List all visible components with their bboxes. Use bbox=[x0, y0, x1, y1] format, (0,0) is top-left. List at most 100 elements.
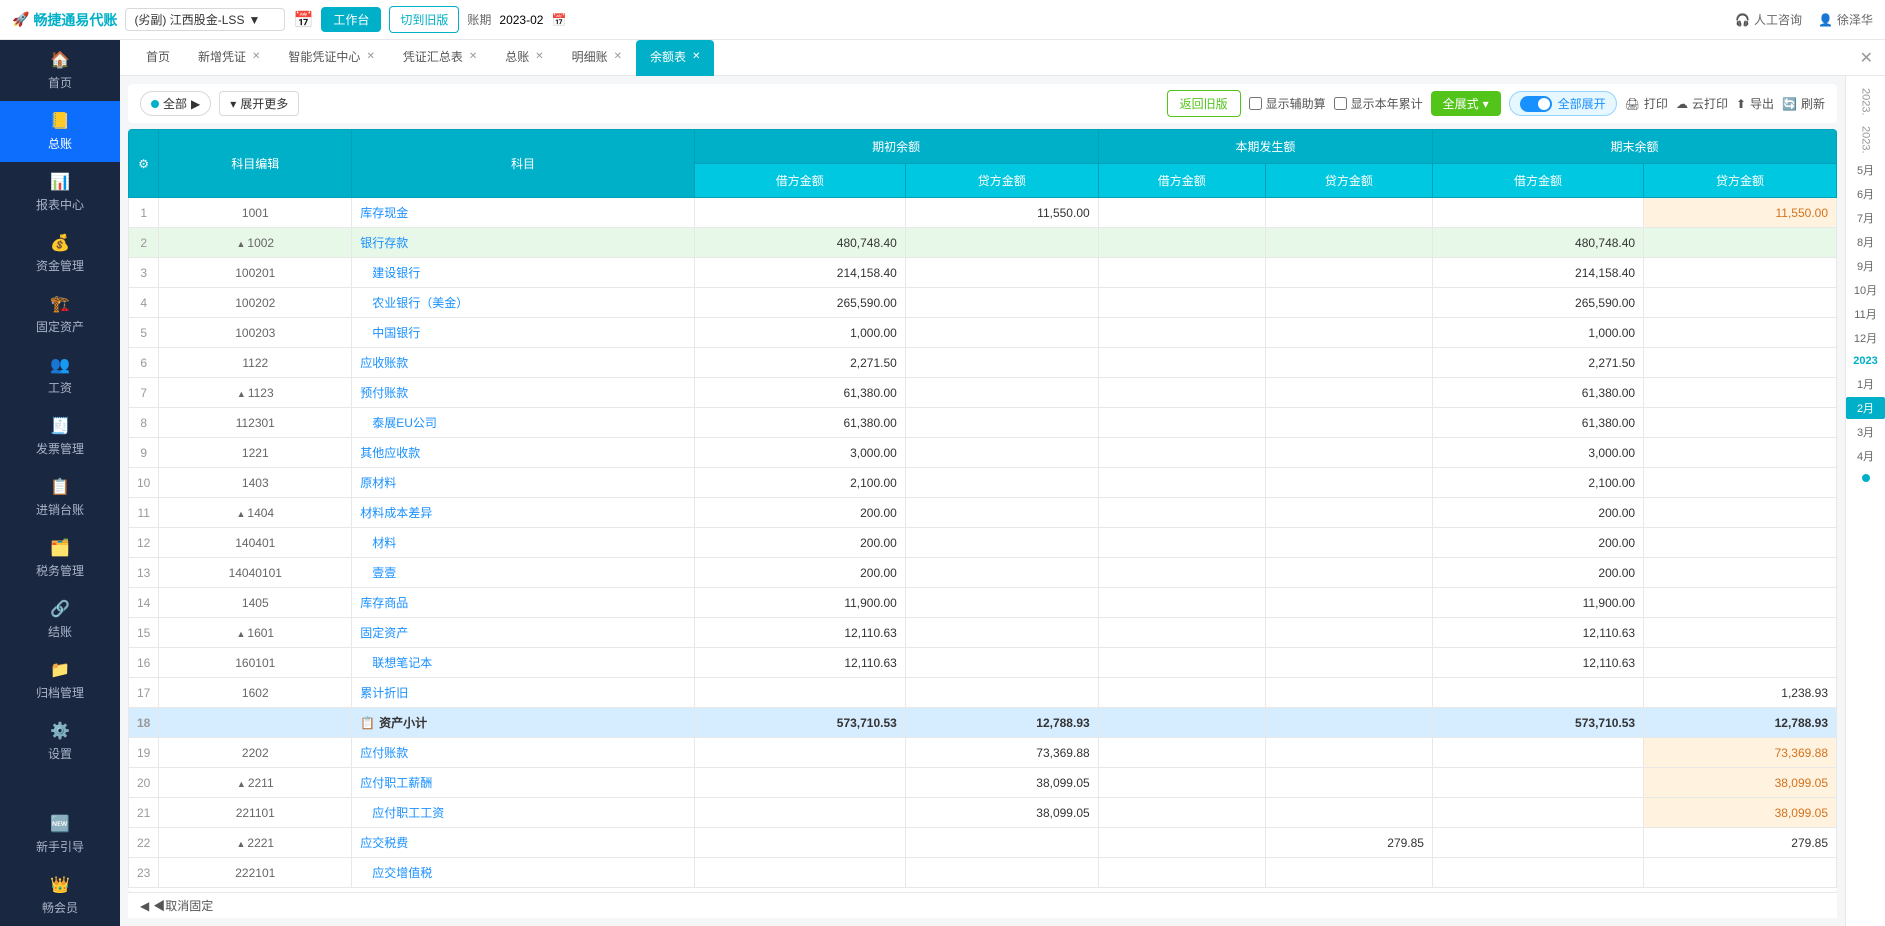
month-8[interactable]: 8月 bbox=[1846, 231, 1885, 253]
sidebar-item-member[interactable]: 👑 畅会员 bbox=[0, 865, 120, 926]
close-icon[interactable]: ✕ bbox=[614, 51, 622, 62]
end-credit bbox=[1644, 378, 1837, 408]
switch-version-button[interactable]: 切到旧版 bbox=[389, 6, 459, 33]
code-header: 科目编辑 bbox=[159, 130, 352, 198]
account-name[interactable]: 材料 bbox=[352, 528, 695, 558]
sidebar-item-report[interactable]: 📊 报表中心 bbox=[0, 162, 120, 223]
fund-icon: 💰 bbox=[50, 233, 70, 253]
sidebar-item-fund[interactable]: 💰 资金管理 bbox=[0, 223, 120, 284]
account-name[interactable]: 联想笔记本 bbox=[352, 648, 695, 678]
account-code: 100202 bbox=[159, 288, 352, 318]
account-name[interactable]: 材料成本差异 bbox=[352, 498, 695, 528]
period-debit: 200.00 bbox=[694, 528, 905, 558]
close-icon[interactable]: ✕ bbox=[535, 51, 543, 62]
toggle-switch[interactable] bbox=[1520, 96, 1552, 112]
sidebar-item-tax[interactable]: 🗂️ 税务管理 bbox=[0, 528, 120, 589]
sidebar-item-salary[interactable]: 👥 工资 bbox=[0, 345, 120, 406]
unpin-icon: ◀ bbox=[140, 899, 149, 913]
sidebar-item-settings[interactable]: ⚙️ 设置 bbox=[0, 711, 120, 772]
account-name[interactable]: 中国银行 bbox=[352, 318, 695, 348]
ytd-checkbox-input[interactable] bbox=[1334, 97, 1347, 110]
account-name[interactable]: 固定资产 bbox=[352, 618, 695, 648]
tab-new-voucher[interactable]: 新增凭证 ✕ bbox=[184, 40, 274, 76]
workbench-button[interactable]: 工作台 bbox=[321, 7, 381, 32]
account-name[interactable]: 应付账款 bbox=[352, 738, 695, 768]
period-calendar-icon[interactable]: 📅 bbox=[551, 13, 566, 27]
end-debit: 265,590.00 bbox=[1432, 288, 1643, 318]
account-name[interactable]: 预付账款 bbox=[352, 378, 695, 408]
sidebar-item-invoice[interactable]: 🧾 发票管理 bbox=[0, 406, 120, 467]
account-name[interactable]: 应交税费 bbox=[352, 828, 695, 858]
tab-detail-ledger[interactable]: 明细账 ✕ bbox=[558, 40, 636, 76]
account-name[interactable]: 应收账款 bbox=[352, 348, 695, 378]
sidebar-item-home[interactable]: 🏠 首页 bbox=[0, 40, 120, 101]
account-name[interactable]: 其他应收款 bbox=[352, 438, 695, 468]
curr-credit-header: 贷方金额 bbox=[1265, 164, 1432, 198]
show-ytd-checkbox[interactable]: 显示本年累计 bbox=[1334, 95, 1423, 112]
month-10[interactable]: 10月 bbox=[1846, 279, 1885, 301]
period-credit bbox=[905, 858, 1098, 888]
sidebar-item-guide[interactable]: 🆕 新手引导 bbox=[0, 804, 120, 865]
month-2-active[interactable]: 2月 bbox=[1846, 397, 1885, 419]
auxiliary-checkbox-input[interactable] bbox=[1249, 97, 1262, 110]
cloud-print-button[interactable]: ☁ 云打印 bbox=[1676, 95, 1728, 112]
month-5[interactable]: 5月 bbox=[1846, 159, 1885, 181]
period-credit bbox=[905, 498, 1098, 528]
sidebar-item-ledger[interactable]: 📒 总账 bbox=[0, 101, 120, 162]
account-name[interactable]: 累计折旧 bbox=[352, 678, 695, 708]
end-debit: 200.00 bbox=[1432, 528, 1643, 558]
account-name[interactable]: 应付职工薪酬 bbox=[352, 768, 695, 798]
tab-balance[interactable]: 余额表 ✕ bbox=[636, 40, 714, 76]
account-name: 📋资产小计 bbox=[352, 708, 695, 738]
period-credit bbox=[905, 528, 1098, 558]
month-11[interactable]: 11月 bbox=[1846, 303, 1885, 325]
account-name[interactable]: 应付职工工资 bbox=[352, 798, 695, 828]
filter-button[interactable]: 全部 ▶ bbox=[140, 91, 211, 116]
tab-voucher-summary[interactable]: 凭证汇总表 ✕ bbox=[389, 40, 491, 76]
account-name[interactable]: 应交增值税 bbox=[352, 858, 695, 888]
month-6[interactable]: 6月 bbox=[1846, 183, 1885, 205]
month-7[interactable]: 7月 bbox=[1846, 207, 1885, 229]
month-4[interactable]: 4月 bbox=[1846, 445, 1885, 467]
refresh-button[interactable]: 🔄 刷新 bbox=[1782, 95, 1825, 112]
account-name[interactable]: 建设银行 bbox=[352, 258, 695, 288]
account-name[interactable]: 泰展EU公司 bbox=[352, 408, 695, 438]
tab-general-ledger[interactable]: 总账 ✕ bbox=[491, 40, 557, 76]
tab-home[interactable]: 首页 bbox=[132, 40, 184, 76]
account-name[interactable]: 农业银行（美金） bbox=[352, 288, 695, 318]
company-selector[interactable]: (劣副) 江西股金-LSS ▼ bbox=[125, 8, 285, 31]
month-9[interactable]: 9月 bbox=[1846, 255, 1885, 277]
account-name[interactable]: 库存商品 bbox=[352, 588, 695, 618]
export-button[interactable]: ⬆ 导出 bbox=[1736, 95, 1774, 112]
expand-all-toggle[interactable]: 全部展开 bbox=[1509, 91, 1617, 116]
show-auxiliary-checkbox[interactable]: 显示辅助算 bbox=[1249, 95, 1326, 112]
close-icon[interactable]: ✕ bbox=[366, 51, 374, 62]
period-credit bbox=[905, 288, 1098, 318]
sidebar-item-closing[interactable]: 🔗 结账 bbox=[0, 589, 120, 650]
month-3[interactable]: 3月 bbox=[1846, 421, 1885, 443]
month-12[interactable]: 12月 bbox=[1846, 327, 1885, 349]
account-name[interactable]: 库存现金 bbox=[352, 198, 695, 228]
close-icon[interactable]: ✕ bbox=[252, 51, 260, 62]
close-icon[interactable]: ✕ bbox=[692, 51, 700, 62]
user-profile[interactable]: 👤 徐泽华 bbox=[1818, 11, 1873, 28]
tab-smart-voucher[interactable]: 智能凭证中心 ✕ bbox=[274, 40, 388, 76]
sidebar-item-assets[interactable]: 🏗️ 固定资产 bbox=[0, 284, 120, 345]
close-icon[interactable]: ✕ bbox=[469, 51, 477, 62]
tab-bar-close-icon[interactable]: ✕ bbox=[1860, 48, 1873, 68]
account-name[interactable]: 壹壹 bbox=[352, 558, 695, 588]
sidebar-item-archive[interactable]: 📁 归档管理 bbox=[0, 650, 120, 711]
expand-button[interactable]: ▾ 展开更多 bbox=[219, 91, 299, 116]
unpin-button[interactable]: ◀ ◀取消固定 bbox=[140, 897, 213, 914]
account-name[interactable]: 原材料 bbox=[352, 468, 695, 498]
sidebar-item-purchase[interactable]: 📋 进销台账 bbox=[0, 467, 120, 528]
gear-header[interactable]: ⚙ bbox=[129, 130, 159, 198]
month-1[interactable]: 1月 bbox=[1846, 373, 1885, 395]
return-old-button[interactable]: 返回旧版 bbox=[1167, 90, 1241, 117]
account-name[interactable]: 银行存款 bbox=[352, 228, 695, 258]
service-btn[interactable]: 🎧 人工咨询 bbox=[1735, 11, 1802, 28]
print-button[interactable]: 🖨 打印 bbox=[1625, 95, 1668, 112]
end-credit: 1,238.93 bbox=[1644, 678, 1837, 708]
row-num: 9 bbox=[129, 438, 159, 468]
full-style-button[interactable]: 全展式 ▾ bbox=[1431, 91, 1501, 116]
